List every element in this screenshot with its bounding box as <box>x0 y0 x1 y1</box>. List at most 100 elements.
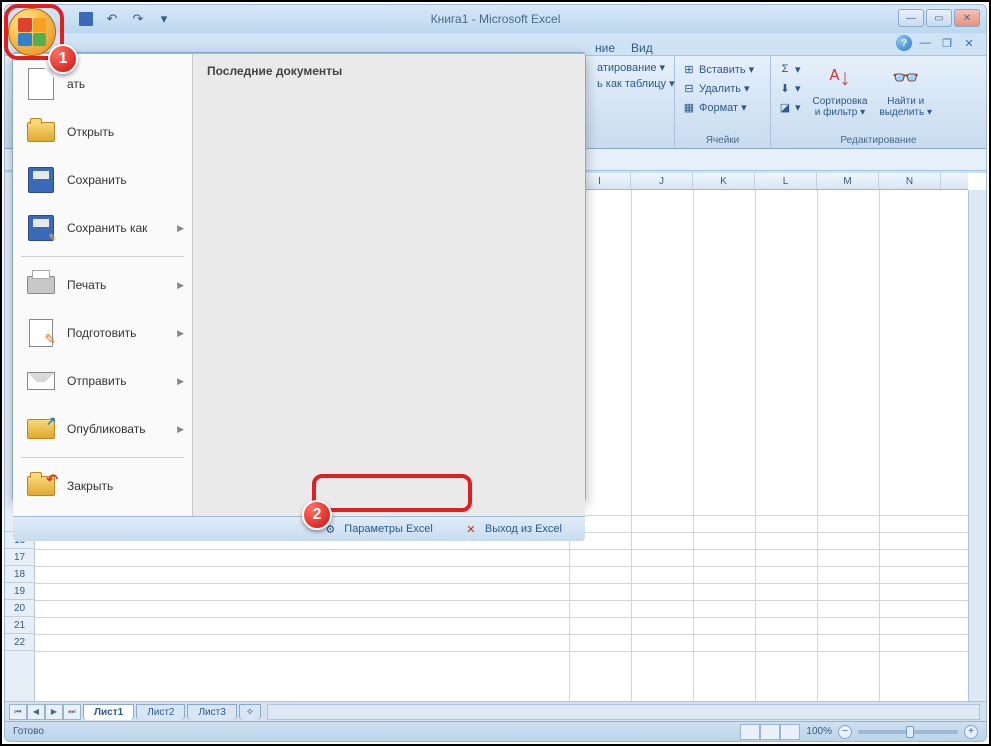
sheet-tab[interactable]: Лист3 <box>187 704 236 720</box>
sort-filter-button[interactable]: ᴬ↓ Сортировка и фильтр ▾ <box>809 60 872 120</box>
send-icon <box>27 372 55 390</box>
close-doc-icon <box>27 476 55 496</box>
sigma-icon: Σ <box>777 61 793 77</box>
clear-button[interactable]: ◪▾ <box>777 98 801 116</box>
quick-access-toolbar: ↶ ↷ ▾ <box>75 8 175 30</box>
office-button[interactable] <box>8 8 56 56</box>
menu-item-save[interactable]: Сохранить <box>13 156 192 204</box>
statusbar: Готово 100% − + <box>5 721 986 741</box>
view-layout-button[interactable] <box>760 724 780 740</box>
office-menu: ать Открыть Сохранить ✎ Сохранить как ▶ … <box>12 52 586 502</box>
qat-redo-icon[interactable]: ↷ <box>127 8 149 30</box>
format-cells-button[interactable]: ▦Формат ▾ <box>681 98 754 116</box>
vertical-scrollbar[interactable] <box>968 190 986 701</box>
column-header[interactable]: K <box>693 173 755 189</box>
minimize-button[interactable]: — <box>898 9 924 27</box>
office-menu-items: ать Открыть Сохранить ✎ Сохранить как ▶ … <box>13 54 193 516</box>
zoom-slider[interactable] <box>858 730 958 734</box>
print-icon <box>27 276 55 294</box>
doc-close-button[interactable]: ✕ <box>960 35 978 51</box>
menu-item-publish[interactable]: Опубликовать ▶ <box>13 405 192 453</box>
eraser-icon: ◪ <box>777 99 793 115</box>
new-sheet-tab[interactable]: ✧ <box>239 704 261 720</box>
chevron-right-icon: ▶ <box>177 424 184 435</box>
menu-item-send[interactable]: Отправить ▶ <box>13 357 192 405</box>
doc-minimize-button[interactable]: — <box>916 35 934 51</box>
callout-badge-1: 1 <box>48 44 78 74</box>
row-header[interactable]: 21 <box>5 617 34 634</box>
tab-nav-last[interactable]: ⏭ <box>63 704 81 720</box>
zoom-in-button[interactable]: + <box>964 725 978 739</box>
row-header[interactable]: 19 <box>5 583 34 600</box>
sheet-tab[interactable]: Лист2 <box>136 704 185 720</box>
fill-icon: ⬇ <box>777 80 793 96</box>
save-as-icon: ✎ <box>28 215 54 241</box>
publish-icon <box>27 419 55 439</box>
qat-save-icon[interactable] <box>75 8 97 30</box>
view-normal-button[interactable] <box>740 724 760 740</box>
close-button[interactable]: ✕ <box>954 9 980 27</box>
column-header[interactable]: L <box>755 173 817 189</box>
column-header[interactable]: J <box>631 173 693 189</box>
maximize-button[interactable]: ▭ <box>926 9 952 27</box>
doc-restore-button[interactable]: ❐ <box>938 35 956 51</box>
menu-item-new[interactable]: ать <box>13 60 192 108</box>
row-header[interactable]: 17 <box>5 549 34 566</box>
format-icon: ▦ <box>681 99 697 115</box>
binoculars-icon: 👓 <box>890 62 922 94</box>
window-title: Книга1 - Microsoft Excel <box>431 12 561 26</box>
new-doc-icon <box>28 68 54 100</box>
menu-item-prepare[interactable]: Подготовить ▶ <box>13 309 192 357</box>
cells-group-label: Ячейки <box>675 135 770 146</box>
help-icon[interactable]: ? <box>896 35 912 51</box>
ribbon-tab-view[interactable]: Вид <box>631 41 653 55</box>
exit-icon: ✕ <box>463 521 479 537</box>
tab-nav-prev[interactable]: ◀ <box>27 704 45 720</box>
fill-button[interactable]: ⬇▾ <box>777 79 801 97</box>
column-header[interactable]: N <box>879 173 941 189</box>
insert-icon: ⊞ <box>681 61 697 77</box>
menu-item-open[interactable]: Открыть <box>13 108 192 156</box>
column-header[interactable]: M <box>817 173 879 189</box>
tab-nav-next[interactable]: ▶ <box>45 704 63 720</box>
zoom-level[interactable]: 100% <box>806 726 832 737</box>
chevron-right-icon: ▶ <box>177 280 184 291</box>
row-header[interactable]: 22 <box>5 634 34 651</box>
chevron-right-icon: ▶ <box>177 328 184 339</box>
tab-nav-first[interactable]: ⏮ <box>9 704 27 720</box>
callout-badge-2: 2 <box>302 500 332 530</box>
office-logo-icon <box>18 18 46 46</box>
prepare-icon <box>29 319 53 347</box>
chevron-right-icon: ▶ <box>177 223 184 234</box>
qat-undo-icon[interactable]: ↶ <box>101 8 123 30</box>
delete-icon: ⊟ <box>681 80 697 96</box>
row-header[interactable]: 18 <box>5 566 34 583</box>
recent-documents-title: Последние документы <box>207 64 571 78</box>
exit-excel-button[interactable]: ✕ Выход из Excel <box>452 517 573 541</box>
recent-documents-panel: Последние документы <box>193 54 585 516</box>
chevron-right-icon: ▶ <box>177 376 184 387</box>
format-as-table-button[interactable]: ь как таблицу ▾ <box>597 76 675 91</box>
autosum-button[interactable]: Σ▾ <box>777 60 801 78</box>
save-icon <box>28 167 54 193</box>
sort-filter-icon: ᴬ↓ <box>824 62 856 94</box>
menu-item-print[interactable]: Печать ▶ <box>13 261 192 309</box>
excel-options-button[interactable]: ⚙ Параметры Excel <box>311 517 444 541</box>
sheet-tab[interactable]: Лист1 <box>83 704 134 720</box>
status-ready: Готово <box>13 726 44 737</box>
editing-group-label: Редактирование <box>771 135 986 146</box>
zoom-out-button[interactable]: − <box>838 725 852 739</box>
ribbon-tab-partial[interactable]: ние <box>595 41 615 55</box>
titlebar: ↶ ↷ ▾ Книга1 - Microsoft Excel — ▭ ✕ <box>5 5 986 33</box>
insert-cells-button[interactable]: ⊞Вставить ▾ <box>681 60 754 78</box>
horizontal-scrollbar[interactable] <box>267 704 980 720</box>
menu-item-close[interactable]: Закрыть <box>13 462 192 510</box>
menu-item-save-as[interactable]: ✎ Сохранить как ▶ <box>13 204 192 252</box>
row-header[interactable]: 20 <box>5 600 34 617</box>
conditional-formatting-button[interactable]: атирование ▾ <box>597 60 675 75</box>
delete-cells-button[interactable]: ⊟Удалить ▾ <box>681 79 754 97</box>
qat-dropdown-icon[interactable]: ▾ <box>153 8 175 30</box>
sheet-tabs-bar: ⏮ ◀ ▶ ⏭ Лист1 Лист2 Лист3 ✧ <box>5 701 986 721</box>
view-pagebreak-button[interactable] <box>780 724 800 740</box>
find-select-button[interactable]: 👓 Найти и выделить ▾ <box>875 60 936 120</box>
